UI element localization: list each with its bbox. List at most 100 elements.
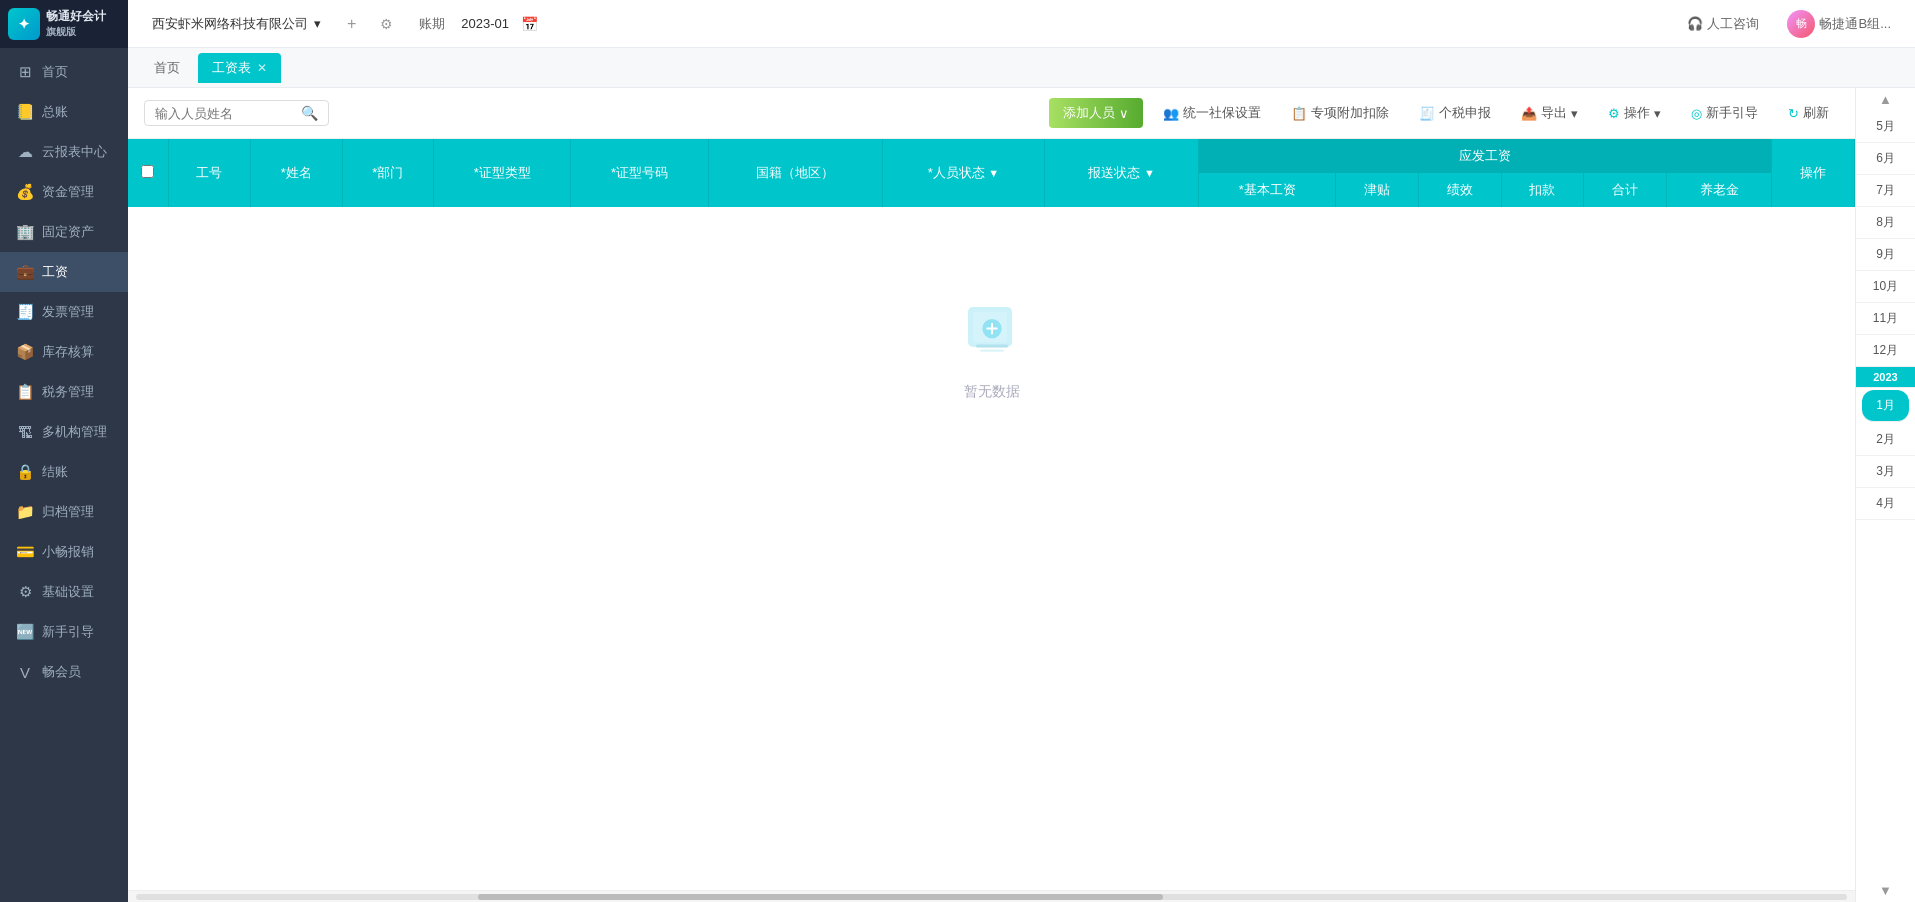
operations-button[interactable]: ⚙ 操作 ▾ [1598, 99, 1671, 127]
search-input[interactable] [155, 106, 295, 121]
th-base-salary: *基本工资 [1199, 173, 1336, 207]
sidebar-item-label: 新手引导 [42, 623, 94, 641]
month-item[interactable]: 9月 [1856, 239, 1915, 271]
sidebar-item-home[interactable]: ⊞ 首页 [0, 52, 128, 92]
th-dept: *部门 [342, 139, 434, 207]
scrollbar-area[interactable] [128, 890, 1855, 902]
tab-salary[interactable]: 工资表 ✕ [198, 53, 281, 83]
month-item[interactable]: 7月 [1856, 175, 1915, 207]
th-checkbox[interactable] [128, 139, 168, 207]
sidebar-item-label: 资金管理 [42, 183, 94, 201]
month-item[interactable]: 2月 [1856, 424, 1915, 456]
tab-label: 工资表 [212, 59, 251, 77]
sidebar-item-invoice[interactable]: 🧾 发票管理 [0, 292, 128, 332]
month-item[interactable]: 3月 [1856, 456, 1915, 488]
scrollbar-thumb[interactable] [478, 894, 1162, 900]
sidebar-item-fund[interactable]: 💰 资金管理 [0, 172, 128, 212]
tab-home[interactable]: 首页 [140, 53, 194, 83]
tax-icon: 🧾 [1419, 106, 1435, 121]
add-person-button[interactable]: 添加人员 ∨ [1049, 98, 1143, 128]
sidebar-item-basic-settings[interactable]: ⚙ 基础设置 [0, 572, 128, 612]
sidebar-item-tax[interactable]: 📋 税务管理 [0, 372, 128, 412]
month-item[interactable]: 12月 [1856, 335, 1915, 367]
company-selector[interactable]: 西安虾米网络科技有限公司 ▾ [144, 11, 329, 37]
deductions-button[interactable]: 📋 专项附加扣除 [1281, 99, 1399, 127]
operations-icon: ⚙ [1608, 106, 1620, 121]
month-nav-up[interactable]: ▲ [1856, 88, 1915, 111]
sidebar-item-label: 工资 [42, 263, 68, 281]
sidebar: ✦ 畅通好会计 旗舰版 ⊞ 首页 📒 总账 ☁ 云报表中心 💰 资金管理 🏢 固… [0, 0, 128, 902]
report-filter-icon[interactable]: ▼ [1144, 167, 1155, 179]
salary-icon: 💼 [16, 263, 34, 281]
refresh-label: 刷新 [1803, 104, 1829, 122]
sidebar-item-cloud-report[interactable]: ☁ 云报表中心 [0, 132, 128, 172]
month-item[interactable]: 8月 [1856, 207, 1915, 239]
month-item-active[interactable]: 1月 [1862, 390, 1909, 422]
guide-button[interactable]: ◎ 新手引导 [1681, 99, 1768, 127]
month-item[interactable]: 4月 [1856, 488, 1915, 520]
sidebar-item-closing[interactable]: 🔒 结账 [0, 452, 128, 492]
sidebar-item-guide[interactable]: 🆕 新手引导 [0, 612, 128, 652]
support-button[interactable]: 🎧 人工咨询 [1679, 11, 1767, 37]
scrollbar-track[interactable] [136, 894, 1847, 900]
select-all-checkbox[interactable] [141, 165, 154, 178]
th-deduction: 扣款 [1501, 173, 1584, 207]
tab-label: 首页 [154, 59, 180, 77]
month-item[interactable]: 11月 [1856, 303, 1915, 335]
inventory-icon: 📦 [16, 343, 34, 361]
th-total: 合计 [1584, 173, 1667, 207]
sidebar-item-multi-org[interactable]: 🏗 多机构管理 [0, 412, 128, 452]
settings-icon: ⚙ [16, 583, 34, 601]
app-version: 旗舰版 [46, 25, 106, 39]
empty-state: 暂无数据 [128, 207, 1855, 481]
guide-label: 新手引导 [1706, 104, 1758, 122]
month-nav-down[interactable]: ▼ [1856, 879, 1915, 902]
svg-rect-6 [980, 349, 1004, 351]
th-salary-group: 应发工资 [1199, 139, 1772, 173]
refresh-icon: ↻ [1788, 106, 1799, 121]
export-button[interactable]: 📤 导出 ▾ [1511, 99, 1588, 127]
settings-button[interactable]: ⚙ [374, 14, 399, 34]
card-icon: 💳 [16, 543, 34, 561]
guide-icon: 🆕 [16, 623, 34, 641]
th-allowance: 津贴 [1336, 173, 1419, 207]
add-company-button[interactable]: + [341, 13, 362, 35]
th-actions: 操作 [1772, 139, 1855, 207]
table-wrap: 工号 *姓名 *部门 *证型类型 *证型号码 国籍（地区） *人员状态 ▼ [128, 139, 1855, 890]
empty-text: 暂无数据 [964, 383, 1020, 401]
sidebar-item-expense[interactable]: 💳 小畅报销 [0, 532, 128, 572]
headset-icon: 🎧 [1687, 16, 1703, 31]
sidebar-item-salary[interactable]: 💼 工资 [0, 252, 128, 292]
social-security-icon: 👥 [1163, 106, 1179, 121]
th-status: *人员状态 ▼ [882, 139, 1045, 207]
dropdown-icon: ▾ [314, 16, 321, 31]
tax-button[interactable]: 🧾 个税申报 [1409, 99, 1501, 127]
sidebar-item-label: 首页 [42, 63, 68, 81]
sidebar-item-label: 基础设置 [42, 583, 94, 601]
tab-close-icon[interactable]: ✕ [257, 61, 267, 75]
month-item[interactable]: 5月 [1856, 111, 1915, 143]
period-value[interactable]: 2023-01 [461, 16, 509, 31]
sidebar-item-label: 归档管理 [42, 503, 94, 521]
calendar-icon[interactable]: 📅 [521, 16, 538, 32]
tax-icon: 📋 [16, 383, 34, 401]
cloud-icon: ☁ [16, 143, 34, 161]
sidebar-item-ledger[interactable]: 📒 总账 [0, 92, 128, 132]
user-info[interactable]: 畅 畅捷通B组... [1779, 6, 1899, 42]
search-wrap: 🔍 [144, 100, 329, 126]
add-person-dropdown-icon: ∨ [1119, 106, 1129, 121]
company-name: 西安虾米网络科技有限公司 [152, 15, 308, 33]
social-security-button[interactable]: 👥 统一社保设置 [1153, 99, 1271, 127]
sidebar-item-member[interactable]: V 畅会员 [0, 652, 128, 692]
archive-icon: 📁 [16, 503, 34, 521]
sidebar-item-inventory[interactable]: 📦 库存核算 [0, 332, 128, 372]
sidebar-item-fixed-assets[interactable]: 🏢 固定资产 [0, 212, 128, 252]
month-item[interactable]: 10月 [1856, 271, 1915, 303]
month-list: 5月 6月 7月 8月 9月 10月 11月 12月 2023 1月 2月 3月… [1856, 111, 1915, 879]
refresh-button[interactable]: ↻ 刷新 [1778, 99, 1839, 127]
search-icon: 🔍 [301, 105, 318, 121]
status-filter-icon[interactable]: ▼ [988, 167, 999, 179]
month-item[interactable]: 6月 [1856, 143, 1915, 175]
sidebar-nav: ⊞ 首页 📒 总账 ☁ 云报表中心 💰 资金管理 🏢 固定资产 💼 工资 🧾 发… [0, 48, 128, 902]
sidebar-item-archive[interactable]: 📁 归档管理 [0, 492, 128, 532]
